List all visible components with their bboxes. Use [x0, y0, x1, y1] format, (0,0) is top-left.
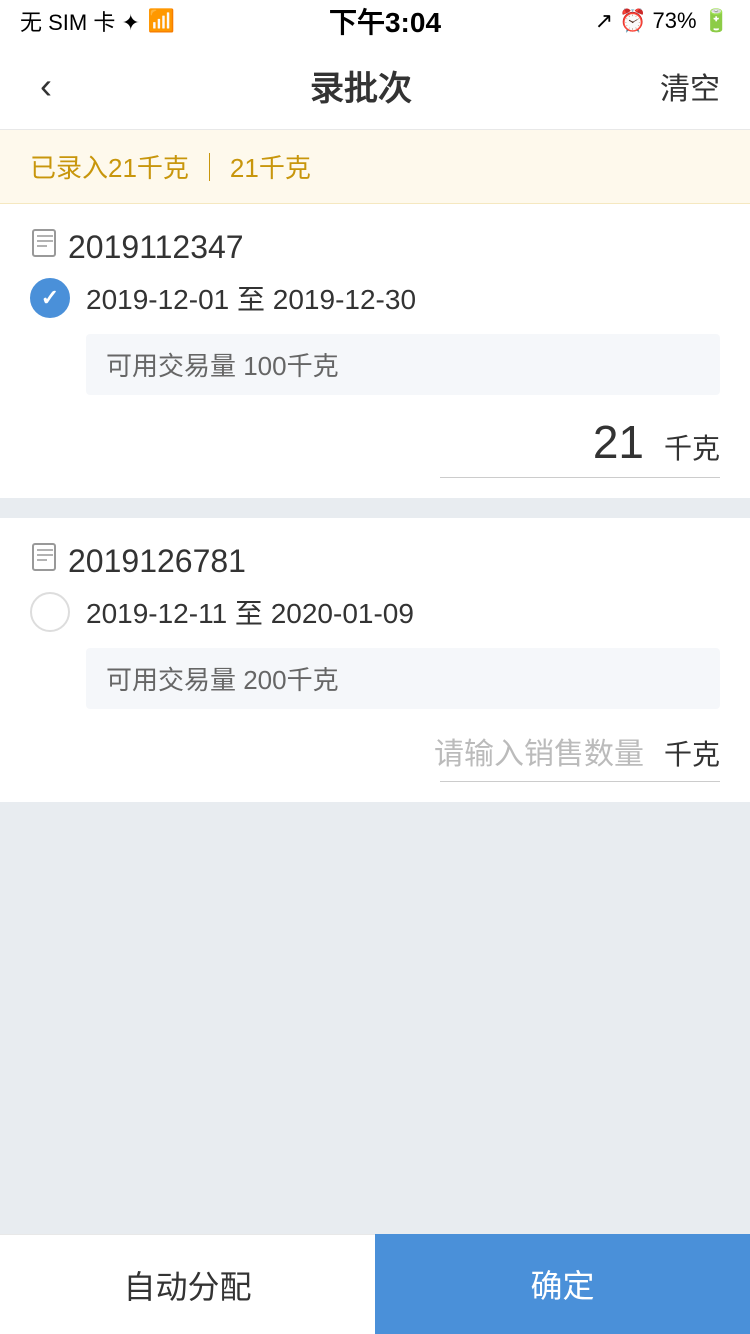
batch1-amount-section: 21 千克 — [0, 395, 750, 498]
batch2-input-unit: 千克 — [664, 733, 720, 773]
status-left: 无 SIM 卡 ✦ 📶 — [20, 5, 175, 37]
batch2-date-row[interactable]: 2019-12-11 至 2020-01-09 — [30, 592, 720, 632]
recorded-label: 已录入21千克 — [30, 148, 189, 185]
battery-text: 73% — [653, 8, 697, 34]
batch1-id: 2019112347 — [68, 229, 244, 266]
batch1-card: 2019112347 2019-12-01 至 2019-12-30 可用交易量… — [0, 204, 750, 395]
batch1-id-row: 2019112347 — [30, 228, 720, 266]
section-separator — [0, 498, 750, 518]
batch1-amount-value: 21 — [593, 415, 644, 469]
batch2-id: 2019126781 — [68, 543, 246, 580]
batch1-date: 2019-12-01 至 2019-12-30 — [86, 278, 416, 318]
banner: 已录入21千克 21千克 — [0, 130, 750, 204]
batch1-available: 可用交易量 100千克 — [86, 334, 720, 395]
batch1-amount-line: 21 千克 — [30, 395, 720, 477]
auto-distribute-button[interactable]: 自动分配 — [0, 1234, 375, 1334]
batch2-avail-wrap: 可用交易量 200千克 — [30, 648, 720, 709]
back-button[interactable]: ‹ — [30, 55, 62, 117]
batch1-date-row[interactable]: 2019-12-01 至 2019-12-30 — [30, 278, 720, 318]
batch2-id-row: 2019126781 — [30, 542, 720, 580]
battery-icon: 🔋 — [703, 8, 730, 34]
banner-divider — [209, 153, 210, 181]
clear-button[interactable]: 清空 — [660, 64, 720, 108]
batch2-input-placeholder: 请输入销售数量 — [434, 729, 644, 773]
total-label: 21千克 — [230, 148, 311, 185]
batch2-input-section: 请输入销售数量 千克 — [0, 709, 750, 802]
batch2-radio[interactable] — [30, 592, 70, 632]
status-bar: 无 SIM 卡 ✦ 📶 下午3:04 ↗ ⏰ 73% 🔋 — [0, 0, 750, 42]
batch1-avail-wrap: 可用交易量 100千克 — [30, 334, 720, 395]
empty-area — [0, 802, 750, 1282]
batch1-amount-unit: 千克 — [664, 427, 720, 467]
batch1-radio[interactable] — [30, 278, 70, 318]
batch2-date: 2019-12-11 至 2020-01-09 — [86, 592, 414, 632]
status-time: 下午3:04 — [329, 1, 441, 41]
alarm-icon: ⏰ — [619, 8, 646, 34]
nav-bar: ‹ 录批次 清空 — [0, 42, 750, 130]
sim-text: 无 SIM 卡 ✦ — [20, 5, 140, 37]
wifi-icon: 📶 — [148, 8, 175, 34]
batch2-available: 可用交易量 200千克 — [86, 648, 720, 709]
batch1-icon — [30, 228, 60, 266]
batch2-icon — [30, 542, 60, 580]
batch2-card: 2019126781 2019-12-11 至 2020-01-09 可用交易量… — [0, 518, 750, 709]
bottom-bar: 自动分配 确定 — [0, 1234, 750, 1334]
batch2-input-line[interactable]: 请输入销售数量 千克 — [30, 709, 720, 781]
page-title: 录批次 — [310, 61, 412, 110]
confirm-button[interactable]: 确定 — [375, 1234, 750, 1334]
status-right: ↗ ⏰ 73% 🔋 — [595, 8, 730, 34]
location-icon: ↗ — [595, 8, 613, 34]
